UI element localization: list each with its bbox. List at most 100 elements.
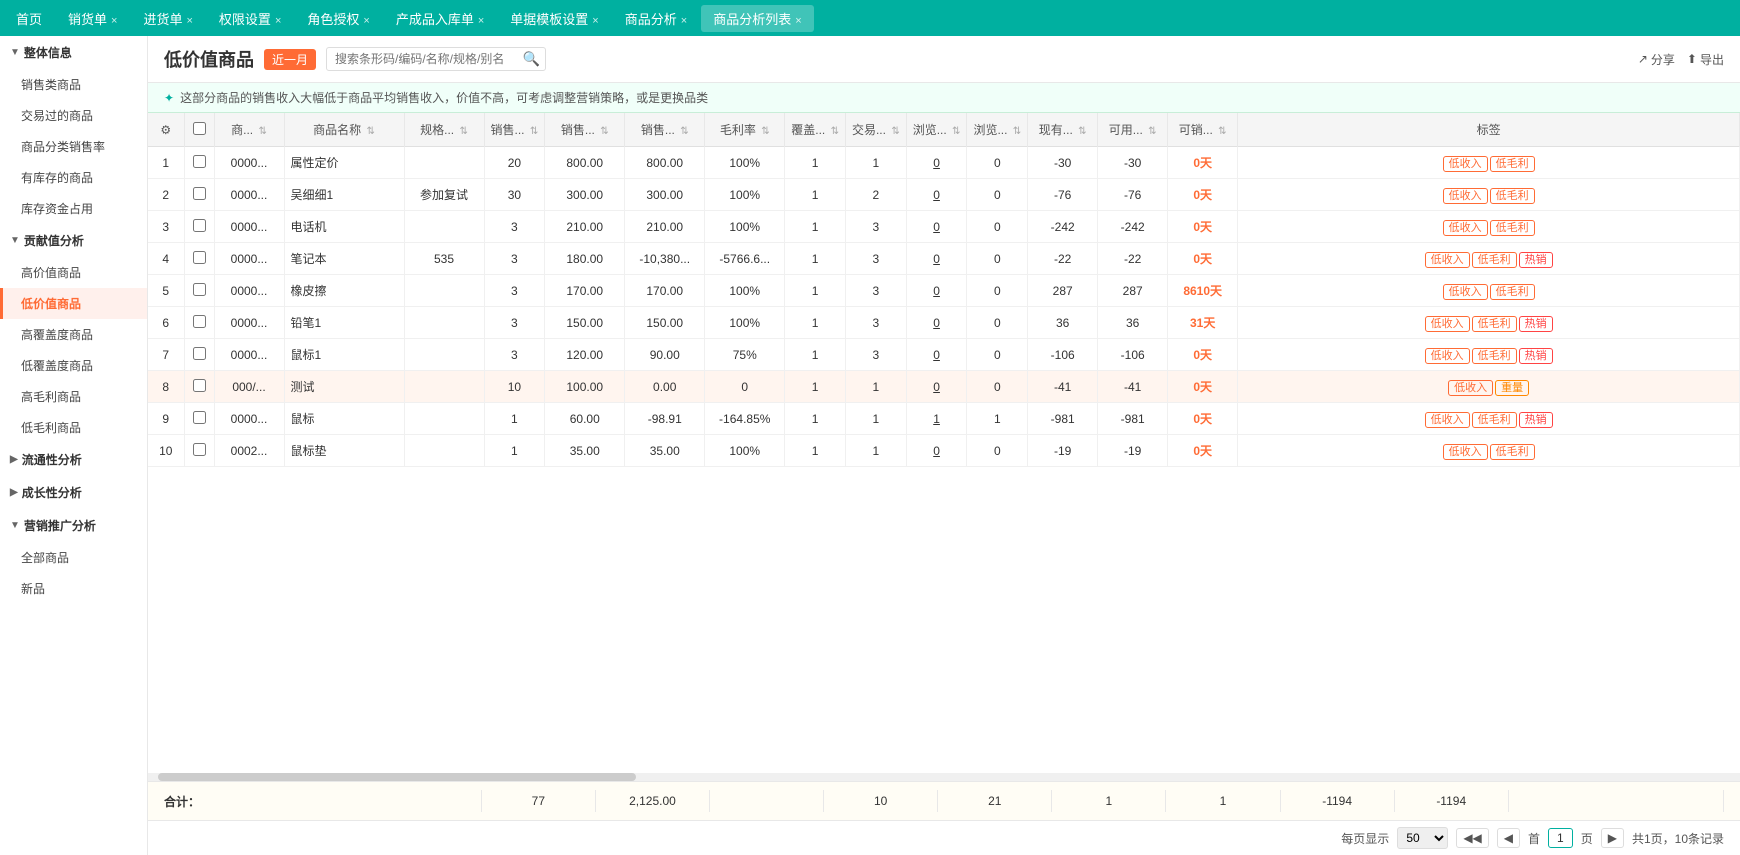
row-select-checkbox[interactable] [193, 219, 206, 232]
row-checkbox[interactable] [184, 403, 214, 435]
nav-item-商品分析[interactable]: 商品分析× [613, 5, 699, 32]
sidebar-item-库存资金占用[interactable]: 库存资金占用 [0, 193, 147, 224]
next-page-btn[interactable]: ▶ [1601, 828, 1624, 848]
row-select-checkbox[interactable] [193, 443, 206, 456]
row-s3: 150.00 [625, 307, 705, 339]
current-page[interactable]: 1 [1548, 828, 1573, 848]
table-body: 1 0000... 属性定价 20 800.00 800.00 100% 1 1… [148, 147, 1740, 467]
view1-link[interactable]: 0 [933, 252, 940, 266]
nav-close-icon[interactable]: × [795, 15, 801, 27]
col-sales3[interactable]: 销售... ⇅ [625, 113, 705, 147]
row-select-checkbox[interactable] [193, 187, 206, 200]
sidebar-item-交易过的商品[interactable]: 交易过的商品 [0, 100, 147, 131]
col-view2[interactable]: 浏览... ⇅ [967, 113, 1028, 147]
view1-link[interactable]: 0 [933, 284, 940, 298]
nav-close-icon[interactable]: × [363, 15, 369, 27]
search-icon[interactable]: 🔍 [523, 51, 540, 68]
row-checkbox[interactable] [184, 179, 214, 211]
row-checkbox[interactable] [184, 211, 214, 243]
page-size-select[interactable]: 50 100 [1397, 827, 1448, 849]
row-checkbox[interactable] [184, 147, 214, 179]
nav-item-权限设置[interactable]: 权限设置× [207, 5, 293, 32]
sidebar-item-全部商品[interactable]: 全部商品 [0, 542, 147, 573]
view1-link[interactable]: 0 [933, 156, 940, 170]
col-code[interactable]: 商... ⇅ [214, 113, 284, 147]
row-stock2: -106 [1098, 339, 1168, 371]
col-view1[interactable]: 浏览... ⇅ [906, 113, 967, 147]
view1-link[interactable]: 0 [933, 188, 940, 202]
first-page-btn[interactable]: ◀◀ [1456, 828, 1488, 848]
col-margin[interactable]: 毛利率 ⇅ [705, 113, 785, 147]
nav-item-角色授权[interactable]: 角色授权× [295, 5, 381, 32]
search-input[interactable] [326, 47, 546, 71]
col-stock1[interactable]: 现有... ⇅ [1028, 113, 1098, 147]
row-select-checkbox[interactable] [193, 251, 206, 264]
row-checkbox[interactable] [184, 275, 214, 307]
sidebar-item-新品[interactable]: 新品 [0, 573, 147, 604]
share-btn[interactable]: ↗ 分享 [1638, 51, 1675, 68]
row-select-checkbox[interactable] [193, 379, 206, 392]
export-btn[interactable]: ⬆ 导出 [1687, 51, 1724, 68]
sidebar-section-营销推广分析[interactable]: ▼营销推广分析 [0, 509, 147, 542]
row-margin: 100% [705, 307, 785, 339]
view1-link[interactable]: 0 [933, 316, 940, 330]
nav-close-icon[interactable]: × [681, 15, 687, 27]
row-select-checkbox[interactable] [193, 411, 206, 424]
view1-link[interactable]: 0 [933, 380, 940, 394]
period-tag-btn[interactable]: 近一月 [264, 49, 316, 70]
col-spec[interactable]: 规格... ⇅ [404, 113, 484, 147]
row-checkbox[interactable] [184, 435, 214, 467]
view1-link[interactable]: 0 [933, 220, 940, 234]
table-row: 2 0000... 吴细细1 参加复试 30 300.00 300.00 100… [148, 179, 1740, 211]
col-days[interactable]: 可销... ⇅ [1168, 113, 1238, 147]
sidebar-item-有库存的商品[interactable]: 有库存的商品 [0, 162, 147, 193]
view1-link[interactable]: 0 [933, 348, 940, 362]
view1-link[interactable]: 0 [933, 444, 940, 458]
nav-close-icon[interactable]: × [111, 15, 117, 27]
sidebar-item-高价值商品[interactable]: 高价值商品 [0, 257, 147, 288]
col-name[interactable]: 商品名称 ⇅ [284, 113, 404, 147]
row-select-checkbox[interactable] [193, 155, 206, 168]
nav-close-icon[interactable]: × [478, 15, 484, 27]
sidebar-item-低价值商品[interactable]: 低价值商品 [0, 288, 147, 319]
row-select-checkbox[interactable] [193, 315, 206, 328]
select-all-checkbox[interactable] [193, 122, 206, 135]
row-select-checkbox[interactable] [193, 347, 206, 360]
sidebar-item-商品分类销售率[interactable]: 商品分类销售率 [0, 131, 147, 162]
row-checkbox[interactable] [184, 339, 214, 371]
row-s2: 300.00 [545, 179, 625, 211]
nav-item-商品分析列表[interactable]: 商品分析列表× [701, 5, 813, 32]
scroll-thumb[interactable] [158, 773, 636, 781]
col-stock2[interactable]: 可用... ⇅ [1098, 113, 1168, 147]
sidebar-item-低毛利商品[interactable]: 低毛利商品 [0, 412, 147, 443]
nav-item-单据模板设置[interactable]: 单据模板设置× [498, 5, 610, 32]
row-checkbox[interactable] [184, 243, 214, 275]
settings-col[interactable]: ⚙ [148, 113, 184, 147]
nav-item-销货单[interactable]: 销货单× [56, 5, 129, 32]
prev-page-btn[interactable]: ◀ [1497, 828, 1520, 848]
row-checkbox[interactable] [184, 371, 214, 403]
sidebar-item-高毛利商品[interactable]: 高毛利商品 [0, 381, 147, 412]
nav-item-产成品入库单[interactable]: 产成品入库单× [384, 5, 496, 32]
sidebar-section-贡献值分析[interactable]: ▼贡献值分析 [0, 224, 147, 257]
sidebar-section-成长性分析[interactable]: ▶成长性分析 [0, 476, 147, 509]
col-sales2[interactable]: 销售... ⇅ [545, 113, 625, 147]
row-checkbox[interactable] [184, 307, 214, 339]
col-deal[interactable]: 交易... ⇅ [845, 113, 906, 147]
horizontal-scrollbar[interactable] [148, 773, 1740, 781]
row-s1: 3 [484, 211, 545, 243]
nav-item-进货单[interactable]: 进货单× [131, 5, 204, 32]
nav-item-首页[interactable]: 首页 [4, 5, 54, 32]
sidebar-item-高覆盖度商品[interactable]: 高覆盖度商品 [0, 319, 147, 350]
sidebar-item-销售类商品[interactable]: 销售类商品 [0, 69, 147, 100]
sidebar-section-流通性分析[interactable]: ▶流通性分析 [0, 443, 147, 476]
nav-close-icon[interactable]: × [275, 15, 281, 27]
nav-close-icon[interactable]: × [592, 15, 598, 27]
col-cover[interactable]: 覆盖... ⇅ [785, 113, 846, 147]
view1-link[interactable]: 1 [933, 412, 940, 426]
row-select-checkbox[interactable] [193, 283, 206, 296]
sidebar-section-整体信息[interactable]: ▼整体信息 [0, 36, 147, 69]
col-sales1[interactable]: 销售... ⇅ [484, 113, 545, 147]
nav-close-icon[interactable]: × [186, 15, 192, 27]
sidebar-item-低覆盖度商品[interactable]: 低覆盖度商品 [0, 350, 147, 381]
